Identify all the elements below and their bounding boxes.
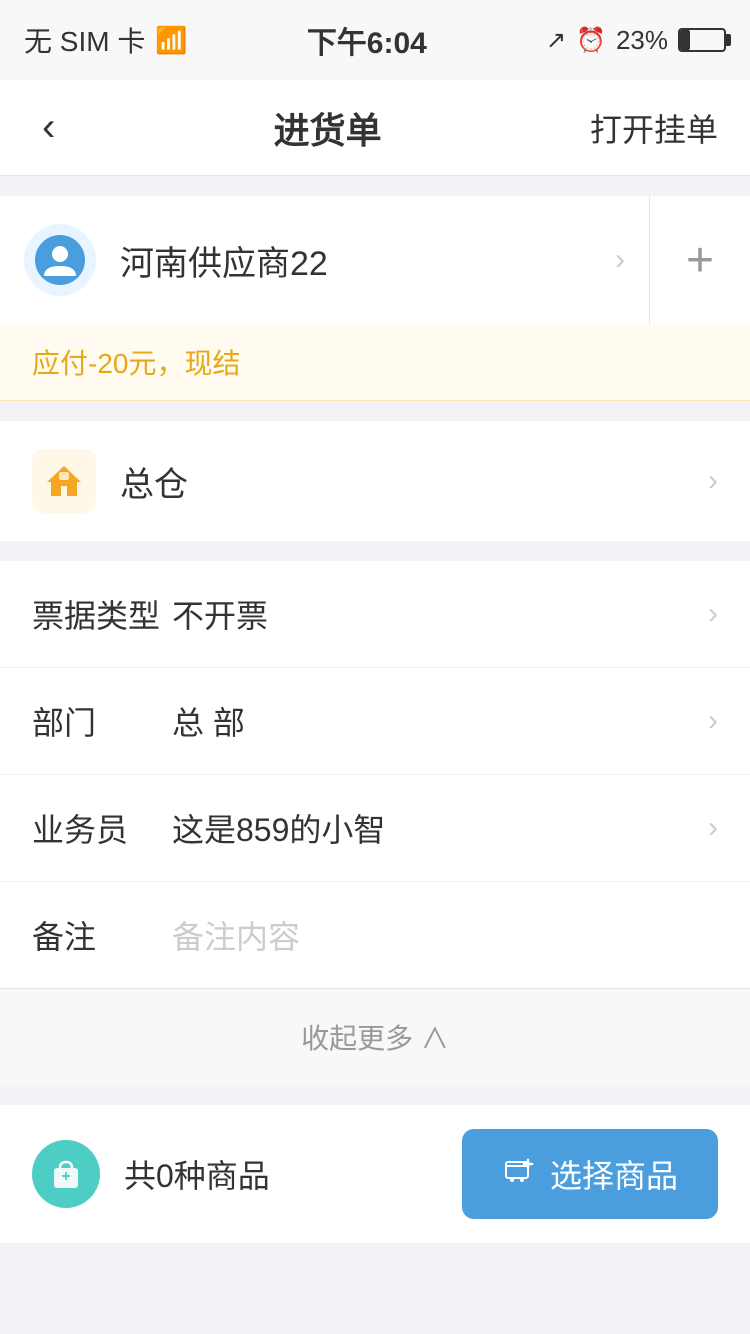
alarm-icon: ⏰	[576, 26, 606, 55]
salesperson-value: 这是859的小智	[172, 805, 708, 851]
collapse-section[interactable]: 收起更多 ∧	[0, 988, 750, 1085]
wifi-icon: 📶	[155, 25, 187, 56]
goods-count: 共0种商品	[124, 1151, 438, 1197]
select-goods-icon	[502, 1152, 538, 1196]
notice-banner: 应付-20元，现结	[0, 324, 750, 401]
warehouse-section[interactable]: 总仓 ›	[0, 421, 750, 541]
battery-icon	[678, 28, 726, 52]
remark-label: 备注	[32, 912, 172, 958]
status-right: ↗ ⏰ 23%	[546, 25, 726, 56]
status-bar: 无 SIM 卡 📶 下午6:04 ↗ ⏰ 23%	[0, 0, 750, 80]
avatar	[24, 224, 96, 296]
chevron-right-icon: ›	[708, 704, 718, 738]
back-button[interactable]: ‹	[32, 95, 65, 160]
open-pending-button[interactable]: 打开挂单	[590, 105, 718, 151]
cart-plus-icon	[502, 1152, 538, 1188]
shopping-bag-icon	[46, 1154, 86, 1194]
content-area: 河南供应商22 › + 应付-20元，现结 总仓 › 票据类型 不开票 › 部门…	[0, 196, 750, 1243]
notice-text: 应付-20元，现结	[32, 348, 240, 379]
remark-value: 备注内容	[172, 912, 718, 958]
add-supplier-button[interactable]: +	[650, 196, 750, 324]
warehouse-icon-wrapper	[32, 449, 96, 513]
invoice-type-label: 票据类型	[32, 591, 172, 637]
form-section: 票据类型 不开票 › 部门 总 部 › 业务员 这是859的小智 › 备注 备注…	[0, 561, 750, 988]
page-title: 进货单	[274, 102, 382, 154]
supplier-name: 河南供应商22	[120, 236, 605, 285]
select-goods-button[interactable]: 选择商品	[462, 1129, 718, 1219]
collapse-label: 收起更多 ∧	[301, 1017, 449, 1057]
goods-icon	[32, 1140, 100, 1208]
status-left: 无 SIM 卡 📶	[24, 20, 188, 60]
supplier-selector[interactable]: 河南供应商22 ›	[0, 196, 650, 324]
chevron-right-icon: ›	[708, 597, 718, 631]
salesperson-label: 业务员	[32, 805, 172, 851]
chevron-right-icon: ›	[708, 811, 718, 845]
carrier-label: 无 SIM 卡	[24, 20, 145, 60]
house-icon	[45, 462, 83, 500]
battery-percent: 23%	[616, 25, 668, 56]
bottom-bar: 共0种商品 选择商品	[0, 1105, 750, 1243]
salesperson-row[interactable]: 业务员 这是859的小智 ›	[0, 775, 750, 882]
remark-row[interactable]: 备注 备注内容	[0, 882, 750, 988]
department-label: 部门	[32, 698, 172, 744]
supplier-section: 河南供应商22 › +	[0, 196, 750, 324]
chevron-right-icon: ›	[615, 243, 625, 277]
department-value: 总 部	[172, 698, 708, 744]
chevron-right-icon: ›	[708, 464, 718, 498]
avatar-icon	[35, 235, 85, 285]
status-time: 下午6:04	[307, 18, 427, 62]
select-goods-label: 选择商品	[550, 1151, 678, 1197]
person-icon	[40, 240, 80, 280]
nav-bar: ‹ 进货单 打开挂单	[0, 80, 750, 176]
warehouse-name: 总仓	[120, 457, 698, 506]
invoice-type-row[interactable]: 票据类型 不开票 ›	[0, 561, 750, 668]
location-icon: ↗	[546, 26, 566, 55]
department-row[interactable]: 部门 总 部 ›	[0, 668, 750, 775]
invoice-type-value: 不开票	[172, 591, 708, 637]
